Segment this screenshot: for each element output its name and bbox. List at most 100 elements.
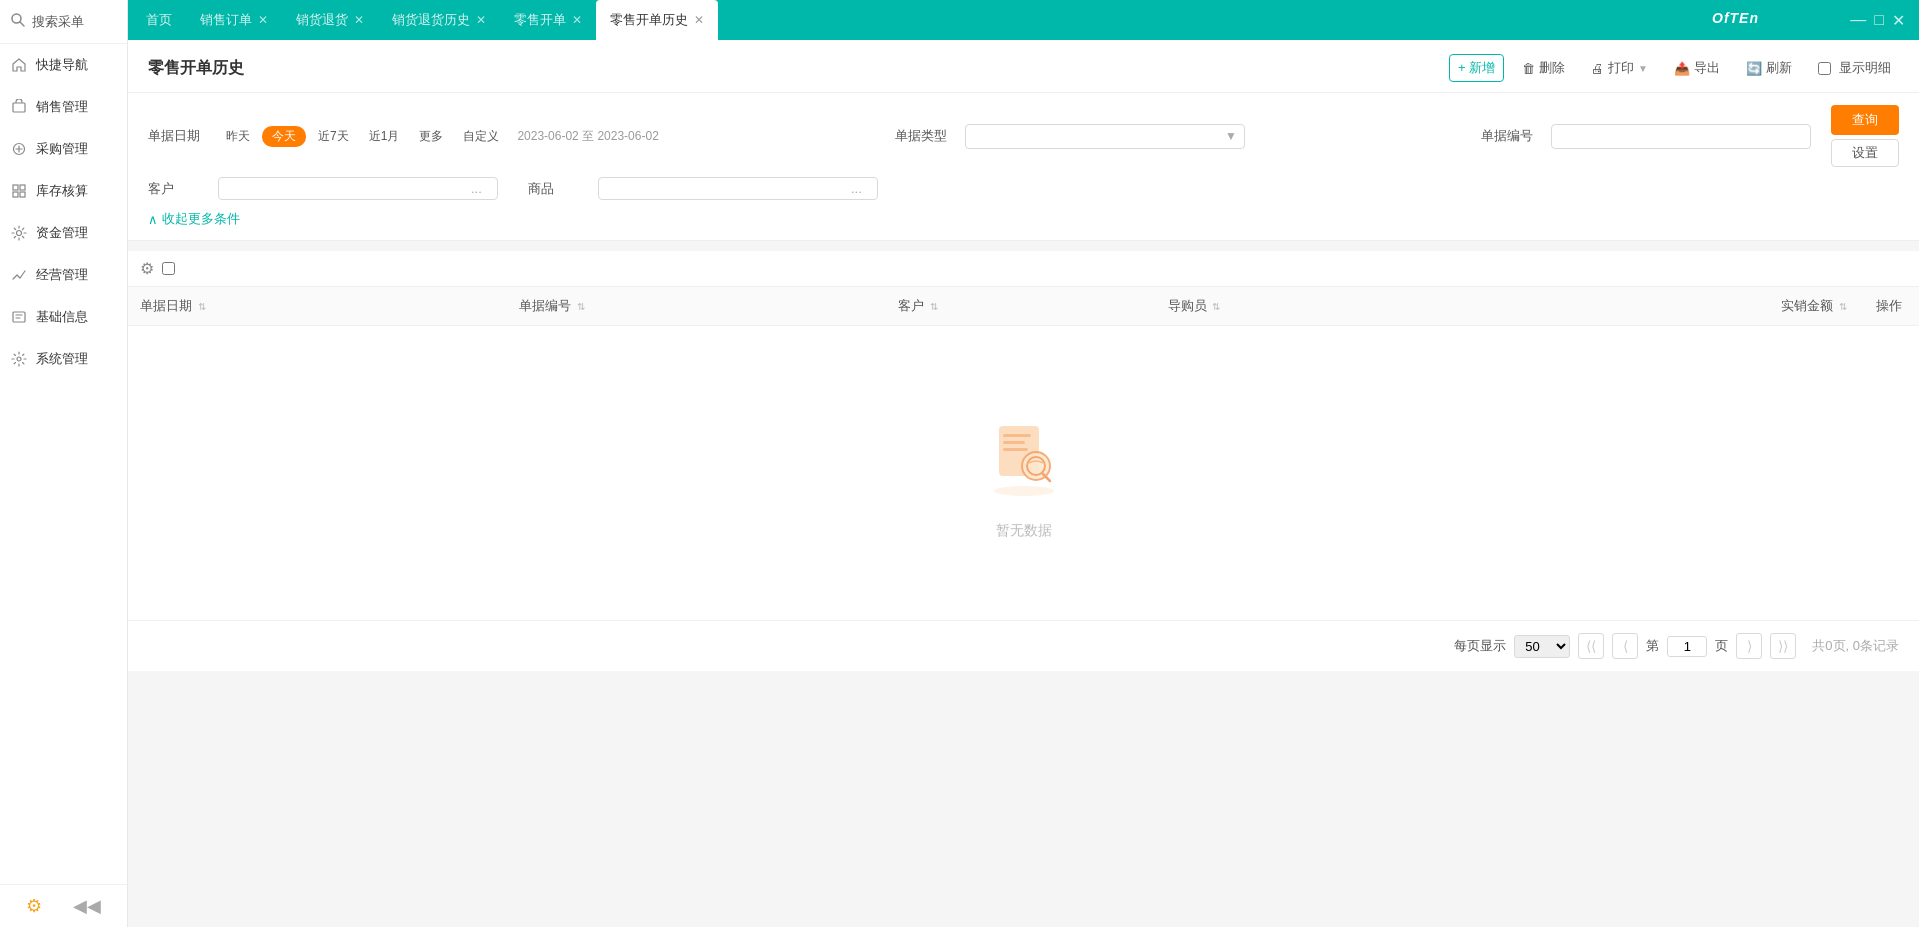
- filter-row-2: 客户 ... 商品 ...: [148, 177, 1899, 200]
- tab-sales-order[interactable]: 销售订单 ✕: [186, 0, 282, 40]
- date-btn-last7[interactable]: 近7天: [310, 126, 357, 147]
- col-salesperson[interactable]: 导购员 ⇅: [1156, 287, 1480, 326]
- select-all-checkbox[interactable]: [162, 262, 175, 275]
- sidebar-search[interactable]: 搜索采单: [0, 0, 127, 44]
- tab-retail-history-close[interactable]: ✕: [694, 13, 704, 27]
- settings-button[interactable]: 设置: [1831, 139, 1899, 167]
- sidebar-item-basic-info[interactable]: 基础信息: [0, 296, 127, 338]
- tab-retail-open-close[interactable]: ✕: [572, 13, 582, 27]
- page-number-input[interactable]: [1667, 636, 1707, 657]
- collapse-up-icon: ∧: [148, 212, 158, 227]
- col-customer[interactable]: 客户 ⇅: [886, 287, 1155, 326]
- sidebar-item-operations[interactable]: 经营管理: [0, 254, 127, 296]
- delete-button[interactable]: 🗑 删除: [1514, 55, 1573, 81]
- date-btn-more[interactable]: 更多: [411, 126, 451, 147]
- window-max-icon[interactable]: □: [1874, 11, 1884, 29]
- tab-sales-order-close[interactable]: ✕: [258, 13, 268, 27]
- col-amount[interactable]: 实销金额 ⇅: [1480, 287, 1859, 326]
- date-btn-today[interactable]: 今天: [262, 126, 306, 147]
- svg-rect-7: [20, 192, 25, 197]
- display-detail-checkbox[interactable]: 显示明细: [1810, 55, 1899, 81]
- refresh-button[interactable]: 🔄 刷新: [1738, 55, 1800, 81]
- empty-state: 暂无数据: [128, 326, 1919, 620]
- doc-no-input[interactable]: [1551, 124, 1811, 149]
- tab-home-label: 首页: [146, 11, 172, 29]
- sidebar-item-purchase-label: 采购管理: [36, 140, 88, 158]
- tab-sales-return[interactable]: 销货退货 ✕: [282, 0, 378, 40]
- goods-input[interactable]: [607, 181, 847, 196]
- svg-rect-5: [20, 185, 25, 190]
- export-button[interactable]: 📤 导出: [1666, 55, 1728, 81]
- doc-type-wrapper: ▼: [965, 124, 1245, 149]
- date-filter-buttons: 昨天 今天 近7天 近1月 更多 自定义: [218, 126, 507, 147]
- print-icon: 🖨: [1591, 61, 1604, 76]
- goods-label: 商品: [528, 180, 588, 198]
- window-close-icon[interactable]: ✕: [1892, 11, 1905, 30]
- doc-type-select[interactable]: [965, 124, 1245, 149]
- col-no-label: 单据编号: [519, 298, 571, 313]
- col-no[interactable]: 单据编号 ⇅: [507, 287, 886, 326]
- home-icon: [10, 56, 28, 74]
- tab-home[interactable]: 首页: [132, 0, 186, 40]
- tab-retail-history[interactable]: 零售开单历史 ✕: [596, 0, 718, 40]
- svg-rect-15: [1003, 448, 1028, 451]
- sidebar-item-basic-info-label: 基础信息: [36, 308, 88, 326]
- sort-customer-icon: ⇅: [930, 301, 938, 312]
- customer-input[interactable]: [227, 181, 467, 196]
- customer-dots[interactable]: ...: [467, 181, 486, 196]
- tab-sales-return-history-close[interactable]: ✕: [476, 13, 486, 27]
- svg-line-1: [20, 22, 24, 26]
- tab-retail-open[interactable]: 零售开单 ✕: [500, 0, 596, 40]
- tab-retail-history-label: 零售开单历史: [610, 11, 688, 29]
- brand-label: OfTEn: [1712, 10, 1759, 26]
- print-button[interactable]: 🖨 打印 ▼: [1583, 55, 1656, 81]
- date-range-display: 2023-06-02 至 2023-06-02: [517, 128, 658, 145]
- table-container: ⚙ 单据日期 ⇅ 单据编号 ⇅ 客户: [128, 251, 1919, 620]
- col-date[interactable]: 单据日期 ⇅: [128, 287, 507, 326]
- filter-row-1: 单据日期 昨天 今天 近7天 近1月 更多 自定义 2023-06-02 至 2…: [148, 105, 1899, 167]
- content-area: 零售开单历史 + 新增 🗑 删除 🖨 打印 ▼ 📤 导出: [128, 40, 1919, 927]
- add-button[interactable]: + 新增: [1449, 54, 1504, 82]
- sidebar-item-inventory[interactable]: 库存核算: [0, 170, 127, 212]
- page-title-row: 零售开单历史 + 新增 🗑 删除 🖨 打印 ▼ 📤 导出: [148, 54, 1899, 92]
- collapse-btn[interactable]: ∧ 收起更多条件: [148, 210, 1899, 228]
- ops-icon: [10, 266, 28, 284]
- sort-date-icon: ⇅: [198, 301, 206, 312]
- doc-type-label: 单据类型: [895, 127, 955, 145]
- tab-sales-return-close[interactable]: ✕: [354, 13, 364, 27]
- window-min-icon[interactable]: —: [1850, 11, 1866, 29]
- sidebar-item-quick-nav[interactable]: 快捷导航: [0, 44, 127, 86]
- sidebar-item-finance[interactable]: 资金管理: [0, 212, 127, 254]
- table-header-row: 单据日期 ⇅ 单据编号 ⇅ 客户 ⇅ 导购员 ⇅: [128, 287, 1919, 326]
- sys-icon: [10, 350, 28, 368]
- finance-icon: [10, 224, 28, 242]
- date-btn-custom[interactable]: 自定义: [455, 126, 507, 147]
- col-action-label: 操作: [1876, 298, 1902, 313]
- date-btn-yesterday[interactable]: 昨天: [218, 126, 258, 147]
- print-dropdown-icon[interactable]: ▼: [1638, 63, 1648, 74]
- sidebar-item-sales-mgmt[interactable]: 销售管理: [0, 86, 127, 128]
- collapse-sidebar-icon[interactable]: ◀◀: [73, 895, 101, 917]
- sidebar-item-sys-mgmt[interactable]: 系统管理: [0, 338, 127, 380]
- sort-no-icon: ⇅: [577, 301, 585, 312]
- page-suffix: 页: [1715, 637, 1728, 655]
- sidebar-item-purchase-mgmt[interactable]: 采购管理: [0, 128, 127, 170]
- goods-dots[interactable]: ...: [847, 181, 866, 196]
- detail-checkbox[interactable]: [1818, 62, 1831, 75]
- table-settings-icon[interactable]: ⚙: [140, 259, 154, 278]
- tab-sales-return-history[interactable]: 销货退货历史 ✕: [378, 0, 500, 40]
- page-last-btn[interactable]: ⟩⟩: [1770, 633, 1796, 659]
- page-prev-btn[interactable]: ⟨: [1612, 633, 1638, 659]
- svg-rect-6: [13, 192, 18, 197]
- tab-sales-return-history-label: 销货退货历史: [392, 11, 470, 29]
- page-first-btn[interactable]: ⟨⟨: [1578, 633, 1604, 659]
- settings-bottom-icon[interactable]: ⚙: [26, 895, 42, 917]
- data-table: 单据日期 ⇅ 单据编号 ⇅ 客户 ⇅ 导购员 ⇅: [128, 287, 1919, 620]
- empty-state-row: 暂无数据: [128, 326, 1919, 621]
- page-prefix: 第: [1646, 637, 1659, 655]
- date-label: 单据日期: [148, 127, 208, 145]
- per-page-select[interactable]: 50 10 20 100: [1514, 635, 1570, 658]
- query-button[interactable]: 查询: [1831, 105, 1899, 135]
- date-btn-last-month[interactable]: 近1月: [361, 126, 408, 147]
- page-next-btn[interactable]: ⟩: [1736, 633, 1762, 659]
